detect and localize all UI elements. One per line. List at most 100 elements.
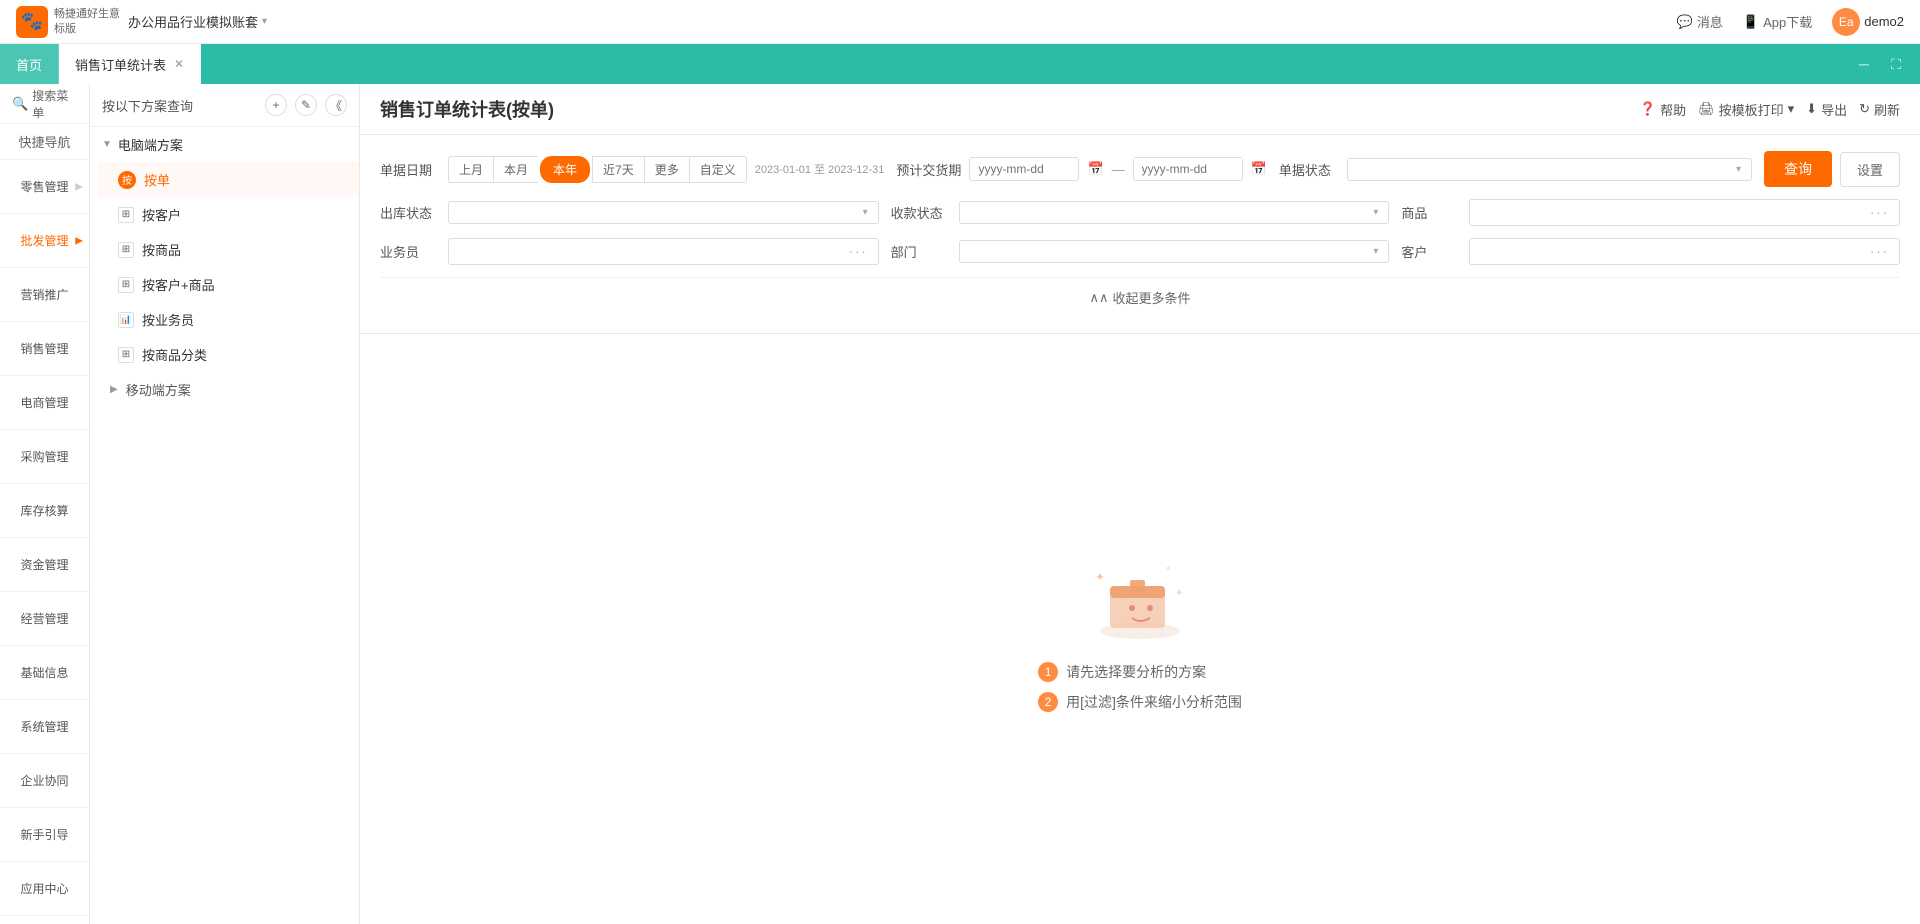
tab-bar: 首页 销售订单统计表 ✕ ─ ⛶	[0, 44, 1920, 84]
date-btn-lastmonth[interactable]: 上月	[448, 156, 493, 183]
sidebar-item-marketing[interactable]: 营销推广	[0, 268, 89, 322]
scheme-by-order[interactable]: 按 按单	[98, 162, 359, 197]
filter-row-2: 出库状态 ▾ 收款状态 ▾ 商品	[380, 199, 1900, 226]
scheme-icon: 📊	[118, 312, 134, 328]
maximize-button[interactable]: ⛶	[1884, 52, 1908, 76]
empty-state: ✦ ✦ ✦ 1 请先选择要分析的方案 2 用[过滤]条件来缩小分析范围	[360, 334, 1920, 924]
scheme-icon: ⊞	[118, 277, 134, 293]
sidebar-item-purchase[interactable]: 采购管理	[0, 430, 89, 484]
export-button[interactable]: ⬇ 导出	[1806, 100, 1847, 119]
sidebar-item-enterprise[interactable]: 企业协同	[0, 754, 89, 808]
help-button[interactable]: ❓ 帮助	[1640, 100, 1686, 119]
dept-select[interactable]: ▾	[959, 240, 1390, 263]
sidebar-item-wechat[interactable]: 企业微信	[0, 916, 89, 924]
set-button[interactable]: 设置	[1840, 152, 1900, 187]
sidebar-item-finance[interactable]: 资金管理	[0, 538, 89, 592]
sidebar-item-appstore[interactable]: 应用中心	[0, 862, 89, 916]
shortcut-nav-button[interactable]: 快捷导航	[0, 124, 89, 160]
chevron-down-icon: ▾	[1373, 207, 1378, 218]
chevron-down-icon: ▾	[1788, 101, 1795, 117]
chevron-down-icon: ▾	[1736, 164, 1741, 175]
minimize-button[interactable]: ─	[1852, 52, 1876, 76]
page-header: 销售订单统计表(按单) ❓ 帮助 🖨 按模板打印 ▾ ⬇ 导出	[360, 84, 1920, 135]
tab-home[interactable]: 首页	[0, 44, 59, 84]
sidebar-item-wholesale[interactable]: 批发管理 ▶	[0, 214, 89, 268]
staff-item: 业务员 ···	[380, 238, 879, 265]
print-icon: 🖨	[1698, 101, 1715, 117]
left-panel-header: 按以下方案查询 + ✎ 《	[90, 84, 359, 127]
chevron-down-icon: ▾	[1373, 246, 1378, 257]
tab-sales-stat[interactable]: 销售订单统计表 ✕	[59, 44, 201, 84]
sidebar-item-sys[interactable]: 系统管理	[0, 700, 89, 754]
dots-icon: ···	[1870, 244, 1889, 259]
date-range-text: 2023-01-01 至 2023-12-31	[755, 161, 885, 177]
scheme-by-cust-goods[interactable]: ⊞ 按客户+商品	[98, 267, 359, 302]
scheme-by-staff[interactable]: 📊 按业务员	[98, 302, 359, 337]
pay-status-item: 收款状态 ▾	[891, 201, 1390, 224]
logo-text: 畅捷通好生意 标版	[54, 7, 120, 36]
template-print-button[interactable]: 🖨 按模板打印 ▾	[1698, 100, 1794, 119]
scheme-by-customer[interactable]: ⊞ 按客户	[98, 197, 359, 232]
empty-tip-1: 1 请先选择要分析的方案	[1038, 662, 1242, 682]
date-to-input[interactable]	[1133, 157, 1243, 181]
expand-icon: ▼	[102, 139, 112, 150]
filter-query-actions: 查询 设置	[1764, 151, 1900, 187]
tree-pc-section[interactable]: ▼ 电脑端方案	[90, 127, 359, 162]
logo-icon: 🐾	[16, 6, 48, 38]
status-filter-item: 单据状态 ▾	[1279, 158, 1752, 181]
page-title: 销售订单统计表(按单)	[380, 96, 554, 122]
date-btn-thisyear[interactable]: 本年	[540, 156, 590, 183]
date-from-input[interactable]	[969, 157, 1079, 181]
collapse-panel-button[interactable]: 《	[325, 94, 347, 116]
sidebar-item-ecom[interactable]: 电商管理	[0, 376, 89, 430]
add-scheme-button[interactable]: +	[265, 94, 287, 116]
refresh-icon: ↻	[1859, 101, 1870, 117]
status-select[interactable]: ▾	[1347, 158, 1752, 181]
user-name: demo2	[1864, 14, 1904, 29]
date-filter-item: 单据日期 上月 本月 本年 近7天 更多 自定义 2023-01-01 至 20…	[380, 156, 884, 183]
date-btn-7days[interactable]: 近7天	[592, 156, 644, 183]
message-button[interactable]: 💬 消息	[1677, 12, 1723, 31]
svg-text:✦: ✦	[1095, 570, 1105, 584]
scheme-by-goods[interactable]: ⊞ 按商品	[98, 232, 359, 267]
ship-status-select[interactable]: ▾	[448, 201, 879, 224]
goods-input[interactable]: ···	[1469, 199, 1900, 226]
customer-item: 客户 ···	[1401, 238, 1900, 265]
date-btn-more[interactable]: 更多	[644, 156, 689, 183]
top-header: 🐾 畅捷通好生意 标版 办公用品行业模拟账套 ▾ 💬 消息 📱 App下载 Ea…	[0, 0, 1920, 44]
date-btn-thismonth[interactable]: 本月	[493, 156, 538, 183]
filter-area: 单据日期 上月 本月 本年 近7天 更多 自定义 2023-01-01 至 20…	[360, 135, 1920, 334]
app-icon: 📱	[1743, 14, 1759, 30]
collapse-more-button[interactable]: ∧∧ 收起更多条件	[380, 277, 1900, 317]
cal-from-icon[interactable]: 📅	[1087, 161, 1103, 177]
query-button[interactable]: 查询	[1764, 151, 1832, 187]
scheme-tree: ▼ 电脑端方案 按 按单 ⊞ 按客户 ⊞ 按商品	[90, 127, 359, 407]
scheme-by-category[interactable]: ⊞ 按商品分类	[98, 337, 359, 372]
pc-scheme-list: 按 按单 ⊞ 按客户 ⊞ 按商品 ⊞ 按客户+商品	[90, 162, 359, 372]
date-btn-custom[interactable]: 自定义	[689, 156, 747, 183]
refresh-button[interactable]: ↻ 刷新	[1859, 100, 1900, 119]
ship-status-item: 出库状态 ▾	[380, 201, 879, 224]
cal-to-icon[interactable]: 📅	[1251, 161, 1267, 177]
sidebar-item-inventory[interactable]: 库存核算	[0, 484, 89, 538]
customer-input[interactable]: ···	[1469, 238, 1900, 265]
scheme-icon: ⊞	[118, 347, 134, 363]
search-menu-button[interactable]: 🔍 搜索菜单	[0, 84, 89, 124]
company-selector[interactable]: 办公用品行业模拟账套 ▾	[128, 12, 267, 31]
app-download-button[interactable]: 📱 App下载	[1743, 12, 1812, 31]
tree-mobile-section[interactable]: ▶ 移动端方案	[90, 372, 359, 407]
pay-status-select[interactable]: ▾	[959, 201, 1390, 224]
sidebar: 🔍 搜索菜单 快捷导航 零售管理 ▶ 批发管理 ▶ 营销推广 销售管理 电商管理…	[0, 84, 90, 924]
sidebar-item-sales[interactable]: 销售管理	[0, 322, 89, 376]
close-tab-icon[interactable]: ✕	[174, 57, 184, 71]
staff-input[interactable]: ···	[448, 238, 879, 265]
sidebar-item-newbie[interactable]: 新手引导	[0, 808, 89, 862]
sidebar-item-ops[interactable]: 经营管理	[0, 592, 89, 646]
edit-scheme-button[interactable]: ✎	[295, 94, 317, 116]
sidebar-item-base[interactable]: 基础信息	[0, 646, 89, 700]
search-icon: 🔍	[12, 96, 28, 112]
chevron-right-icon: ▶	[75, 235, 83, 246]
user-area[interactable]: Ea demo2	[1832, 8, 1904, 36]
sidebar-item-retail[interactable]: 零售管理 ▶	[0, 160, 89, 214]
avatar: Ea	[1832, 8, 1860, 36]
